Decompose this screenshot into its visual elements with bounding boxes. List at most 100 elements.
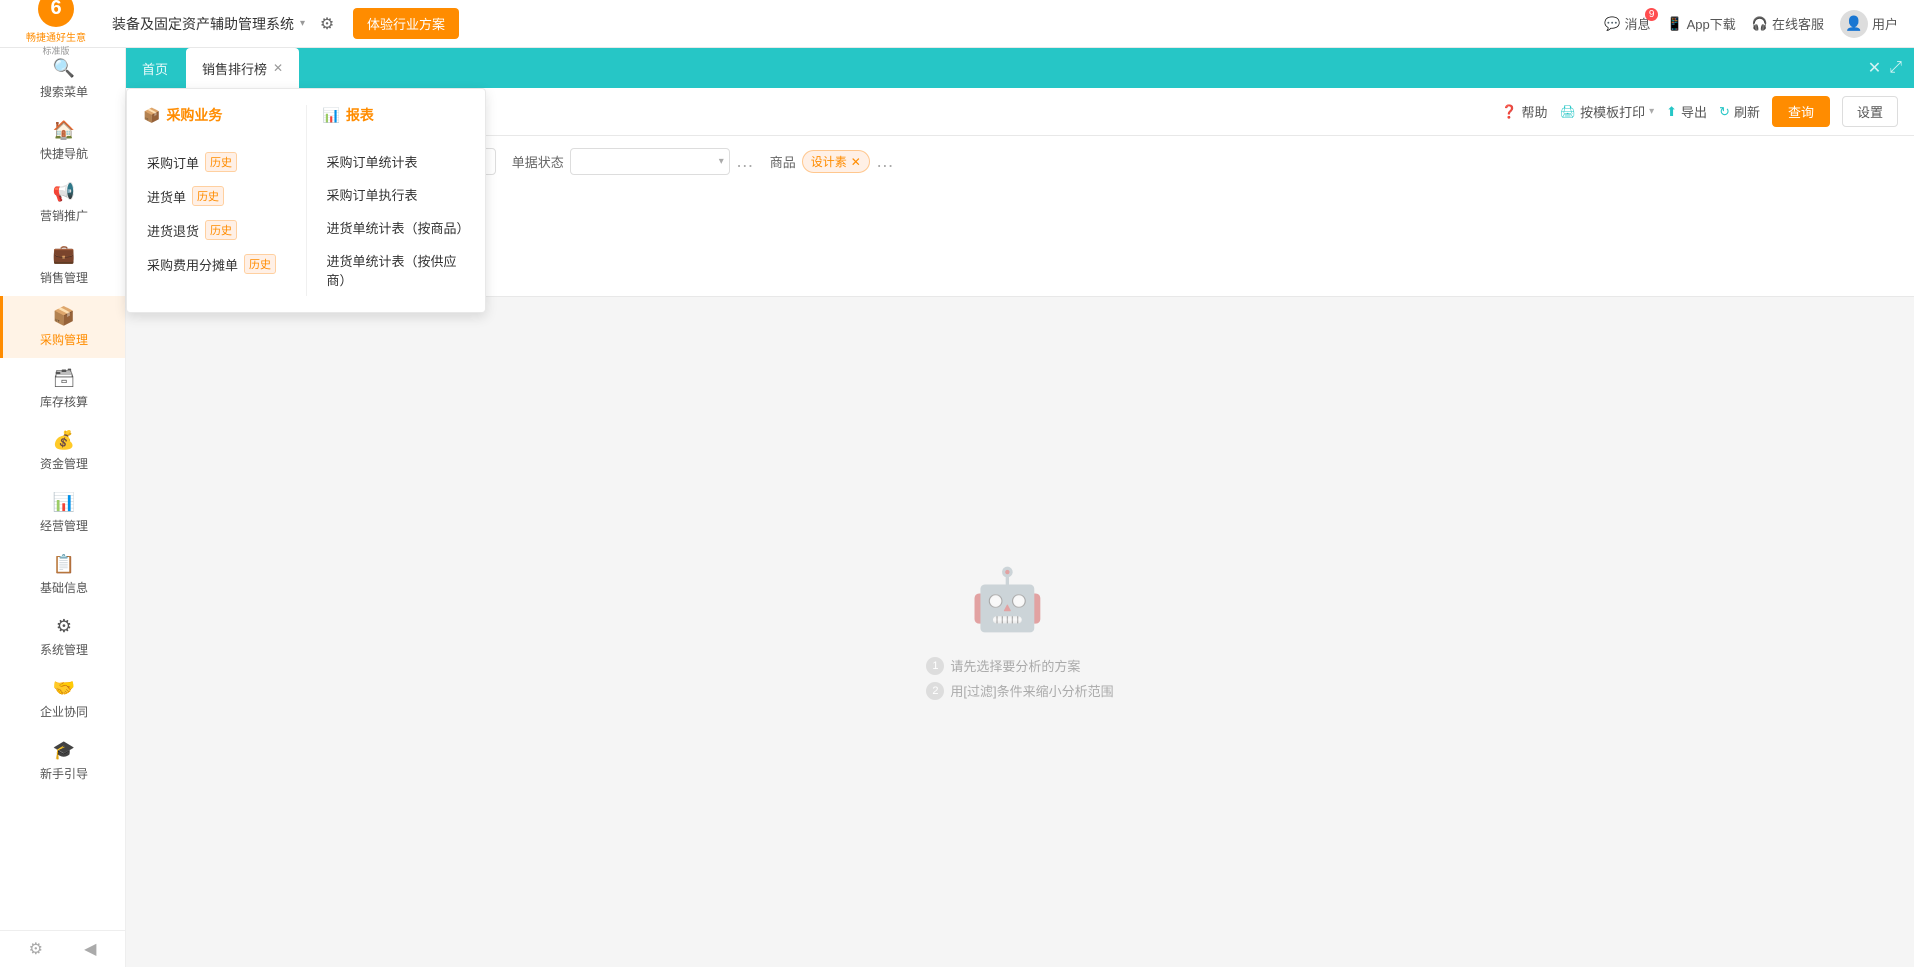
menu-item-receipt-by-goods[interactable]: 进货单统计表（按商品）: [323, 211, 470, 244]
top-right: 💬 消息 9 📱 App下载 🎧 在线客服 👤 用户: [1604, 10, 1898, 38]
sidebar-item-search[interactable]: 🔍 搜索菜单: [0, 48, 125, 110]
query-button[interactable]: 查询: [1772, 96, 1830, 127]
sidebar-item-basic-info[interactable]: 📋 基础信息: [0, 544, 125, 606]
menu-item-order-stat[interactable]: 采购订单统计表: [323, 145, 470, 178]
history-badge-return: 历史: [205, 220, 237, 240]
menu-col-report-title: 📊 报表: [323, 105, 470, 133]
logo-badge: 标准版: [42, 44, 69, 57]
tab-bar-right: ✕ ⤢: [1868, 58, 1914, 78]
avatar: 👤: [1840, 10, 1868, 38]
print-dropdown-icon: ▾: [1649, 106, 1654, 117]
sales-icon: 💼: [53, 244, 75, 265]
sidebar-settings-btn[interactable]: ⚙: [29, 939, 43, 959]
phone-icon: 📱: [1666, 16, 1682, 32]
goods-tag: 设计素 ✕: [802, 150, 870, 173]
robot-icon: 🤖: [970, 564, 1070, 635]
empty-illustration: 🤖: [970, 564, 1070, 644]
print-icon: 🖨: [1560, 104, 1577, 120]
headset-icon: 🎧: [1752, 16, 1768, 32]
sidebar-item-operations[interactable]: 📊 经营管理: [0, 482, 125, 544]
voucher-status-more[interactable]: …: [736, 151, 754, 172]
message-badge: 9: [1645, 8, 1659, 21]
goods-tag-close[interactable]: ✕: [851, 155, 861, 169]
system-name[interactable]: 装备及固定资产辅助管理系统 ▾: [112, 14, 305, 34]
sidebar-item-purchase[interactable]: 📦 采购管理: [0, 296, 125, 358]
message-icon: 💬: [1604, 16, 1620, 32]
tip-number-1: 1: [926, 657, 944, 675]
operations-icon: 📊: [53, 492, 75, 513]
tab-bar: 首页 销售排行榜 ✕ ✕ ⤢: [126, 48, 1914, 88]
tab-sales-rank[interactable]: 销售排行榜 ✕: [186, 48, 299, 88]
app-download-button[interactable]: 📱 App下载: [1666, 14, 1735, 33]
guide-icon: 🎓: [53, 740, 75, 761]
empty-tip-1: 1 请先选择要分析的方案: [926, 656, 1113, 675]
sidebar-item-enterprise[interactable]: 🤝 企业协同: [0, 668, 125, 730]
enterprise-icon: 🤝: [53, 678, 75, 699]
tip-number-2: 2: [926, 682, 944, 700]
home-icon: 🏠: [53, 120, 75, 141]
inventory-icon: 🗃: [53, 368, 76, 389]
tab-close-all-icon[interactable]: ✕: [1868, 58, 1881, 78]
help-icon: ❓: [1501, 104, 1517, 120]
history-badge-order: 历史: [205, 152, 237, 172]
export-icon: ⬆: [1666, 104, 1677, 120]
menu-col-purchase: 📦 采购业务 采购订单 历史 进货单 历史 进货退货 历史 采购费用分摊单 历史: [143, 105, 290, 296]
top-bar: 6 畅捷通好生意 标准版 装备及固定资产辅助管理系统 ▾ ⚙ 体验行业方案 💬 …: [0, 0, 1914, 48]
purchase-col-icon: 📦: [143, 107, 160, 124]
finance-icon: 💰: [53, 430, 75, 451]
search-icon: 🔍: [53, 58, 75, 79]
marketing-icon: 📢: [53, 182, 75, 203]
setting-button[interactable]: 设置: [1842, 96, 1898, 127]
sidebar-bottom: ⚙ ◀: [0, 930, 125, 967]
dropdown-arrow-icon: ▾: [300, 18, 305, 29]
menu-item-receipt[interactable]: 进货单 历史: [143, 179, 290, 213]
settings-icon[interactable]: ⚙: [313, 10, 341, 38]
tab-maximize-icon[interactable]: ⤢: [1889, 59, 1902, 77]
toolbar-right: ❓ 帮助 🖨 按模板打印 ▾ ⬆ 导出 ↻ 刷新: [1501, 96, 1898, 127]
sidebar-item-quick-nav[interactable]: 🏠 快捷导航: [0, 110, 125, 172]
menu-item-order-exec[interactable]: 采购订单执行表: [323, 178, 470, 211]
export-button[interactable]: ⬆ 导出: [1666, 102, 1707, 121]
sidebar-item-sales[interactable]: 💼 销售管理: [0, 234, 125, 296]
logo-icon: 6: [38, 0, 74, 27]
system-icon: ⚙: [56, 616, 72, 637]
filter-goods: 商品 设计素 ✕ …: [770, 150, 894, 173]
refresh-button[interactable]: ↻ 刷新: [1719, 102, 1760, 121]
sidebar-item-inventory[interactable]: 🗃 库存核算: [0, 358, 125, 420]
help-button[interactable]: ❓ 帮助: [1501, 102, 1547, 121]
sidebar-collapse-btn[interactable]: ◀: [84, 939, 96, 959]
sidebar-item-guide[interactable]: 🎓 新手引导: [0, 730, 125, 792]
refresh-icon: ↻: [1719, 104, 1730, 120]
messages-button[interactable]: 💬 消息 9: [1604, 14, 1650, 33]
sidebar: 🔍 搜索菜单 🏠 快捷导航 📢 营销推广 💼 销售管理 📦 采购管理 🗃: [0, 48, 126, 967]
menu-item-receipt-by-supplier[interactable]: 进货单统计表（按供应商）: [323, 244, 470, 296]
sidebar-item-system[interactable]: ⚙ 系统管理: [0, 606, 125, 668]
online-service-button[interactable]: 🎧 在线客服: [1752, 14, 1824, 33]
history-badge-expense: 历史: [244, 254, 276, 274]
report-col-icon: 📊: [323, 107, 340, 124]
voucher-status-select-wrapper: ▾: [570, 148, 730, 175]
menu-item-expense[interactable]: 采购费用分摊单 历史: [143, 247, 290, 281]
empty-tip-2: 2 用[过滤]条件来缩小分析范围: [926, 681, 1113, 700]
sidebar-item-marketing[interactable]: 📢 营销推广: [0, 172, 125, 234]
history-badge-receipt: 历史: [192, 186, 224, 206]
purchase-icon: 📦: [53, 306, 75, 327]
tab-close-icon[interactable]: ✕: [273, 61, 283, 75]
logo-area: 6 畅捷通好生意 标准版: [16, 0, 96, 57]
goods-more[interactable]: …: [876, 151, 894, 172]
menu-item-return[interactable]: 进货退货 历史: [143, 213, 290, 247]
menu-col-purchase-title: 📦 采购业务: [143, 105, 290, 133]
menu-divider: [306, 105, 307, 296]
purchase-dropdown-menu: 📦 采购业务 采购订单 历史 进货单 历史 进货退货 历史 采购费用分摊单 历史…: [126, 88, 486, 313]
sidebar-item-finance[interactable]: 💰 资金管理: [0, 420, 125, 482]
filter-voucher-status: 单据状态 ▾ …: [512, 148, 754, 175]
industry-button[interactable]: 体验行业方案: [353, 8, 459, 39]
voucher-status-select[interactable]: [570, 148, 730, 175]
menu-col-report: 📊 报表 采购订单统计表 采购订单执行表 进货单统计表（按商品） 进货单统计表（…: [323, 105, 470, 296]
empty-tips: 1 请先选择要分析的方案 2 用[过滤]条件来缩小分析范围: [926, 656, 1113, 700]
user-button[interactable]: 👤 用户: [1840, 10, 1898, 38]
logo-text: 畅捷通好生意: [26, 29, 86, 44]
print-button[interactable]: 🖨 按模板打印 ▾: [1560, 102, 1655, 121]
menu-item-purchase-order[interactable]: 采购订单 历史: [143, 145, 290, 179]
tab-home[interactable]: 首页: [126, 48, 184, 88]
